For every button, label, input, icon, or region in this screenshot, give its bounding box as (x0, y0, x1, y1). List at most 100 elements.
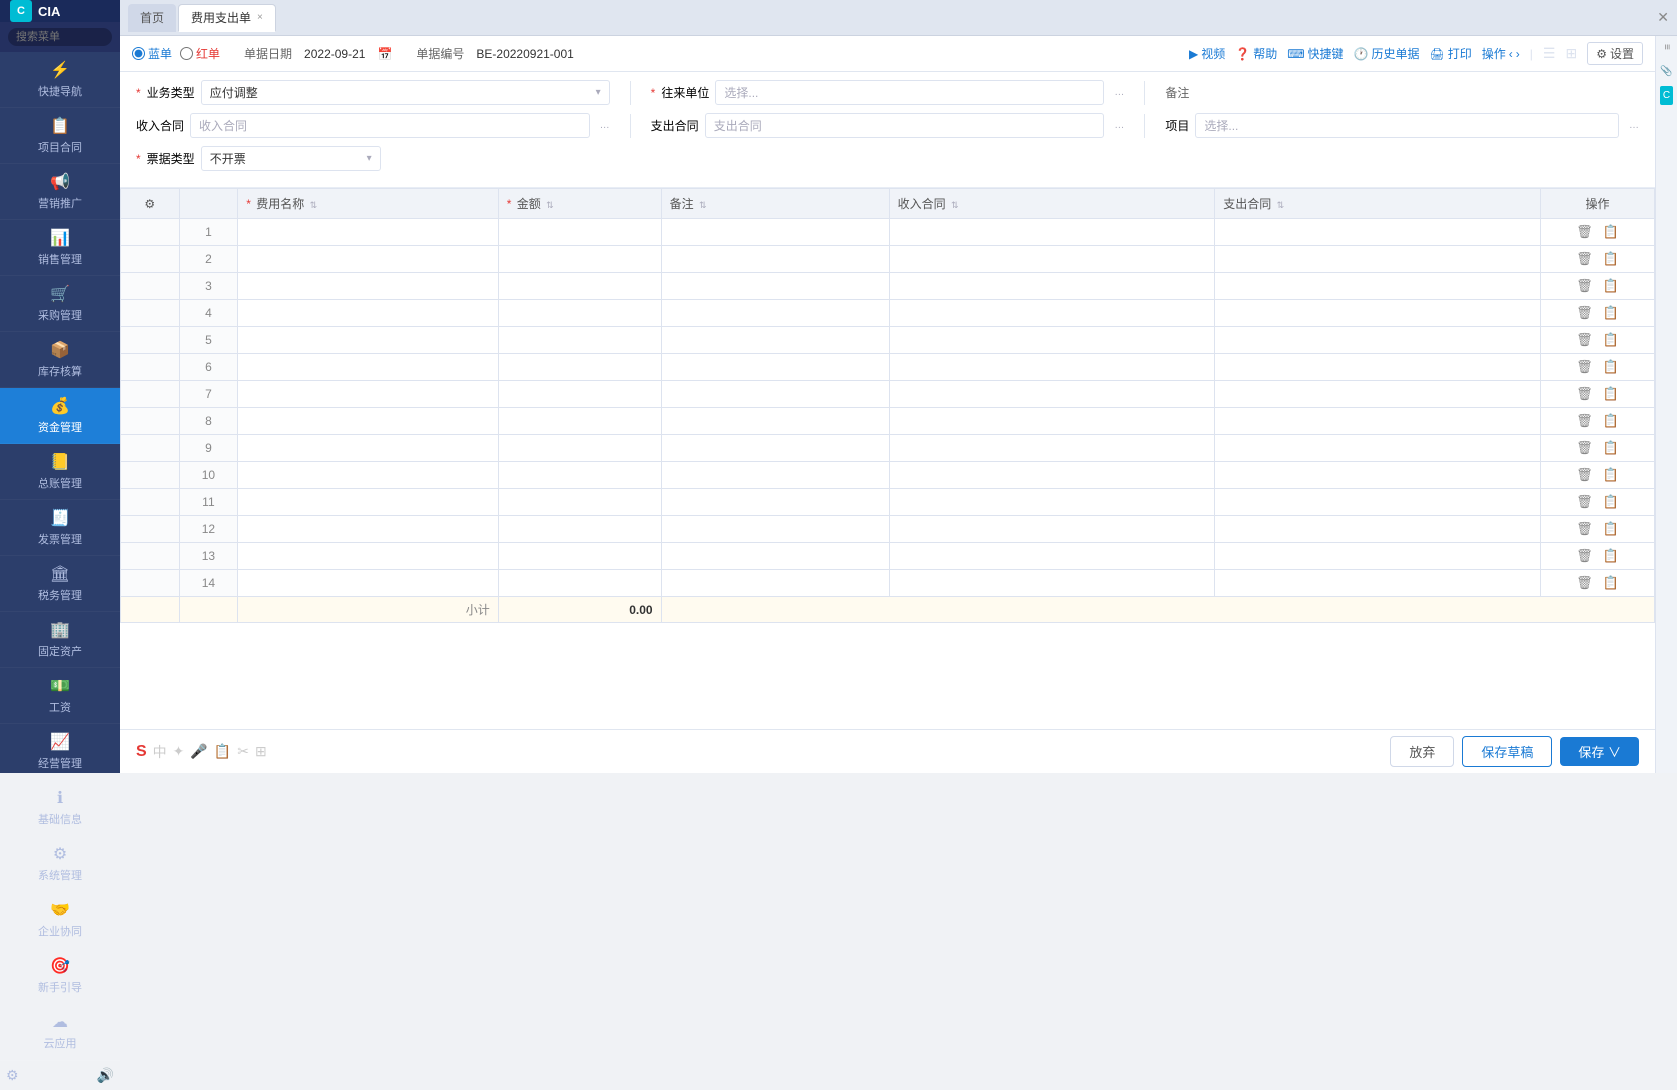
delete-row-button[interactable]: 🗑 (1573, 439, 1596, 457)
sidebar-item-accounting[interactable]: 📒总账管理 (0, 444, 120, 500)
income-contract-cell[interactable] (889, 327, 1215, 354)
remarks-cell[interactable] (661, 489, 889, 516)
amount-cell[interactable] (498, 408, 661, 435)
expense-name-cell[interactable] (238, 273, 499, 300)
tab-close-icon[interactable]: × (257, 12, 263, 23)
history-action[interactable]: 🕐 历史单据 (1354, 45, 1420, 62)
expense-name-cell[interactable] (238, 408, 499, 435)
right-panel-icon-2[interactable]: 📎 (1659, 60, 1674, 80)
expense-name-cell[interactable] (238, 246, 499, 273)
amount-cell[interactable] (498, 462, 661, 489)
video-action[interactable]: ▶ 视频 (1189, 45, 1225, 62)
delete-row-button[interactable]: 🗑 (1573, 223, 1596, 241)
income-contract-dots[interactable]: … (600, 120, 610, 131)
amount-cell[interactable] (498, 516, 661, 543)
discard-button[interactable]: 放弃 (1390, 736, 1454, 767)
expense-contract-cell[interactable] (1215, 570, 1541, 597)
copy-row-button[interactable]: 📋 (1600, 223, 1622, 241)
remarks-cell[interactable] (661, 408, 889, 435)
shortcut-action[interactable]: ⌨ 快捷键 (1287, 45, 1343, 62)
expense-contract-cell[interactable] (1215, 354, 1541, 381)
income-contract-cell[interactable] (889, 516, 1215, 543)
invoice-type-select[interactable]: 不开票 ▾ (201, 146, 381, 171)
remarks-cell[interactable] (661, 354, 889, 381)
sidebar-item-project-contract[interactable]: 📋项目合同 (0, 108, 120, 164)
sidebar-item-new-guide[interactable]: 🎯新手引导 (0, 948, 120, 1004)
red-radio-input[interactable] (180, 47, 193, 60)
expense-contract-cell[interactable] (1215, 273, 1541, 300)
sidebar-item-sales-mgmt[interactable]: 📊销售管理 (0, 220, 120, 276)
remarks-cell[interactable] (661, 273, 889, 300)
income-contract-cell[interactable] (889, 408, 1215, 435)
income-contract-input[interactable]: 收入合同 (190, 113, 590, 138)
income-contract-cell[interactable] (889, 354, 1215, 381)
copy-row-button[interactable]: 📋 (1600, 331, 1622, 349)
tab-expense[interactable]: 费用支出单 × (178, 4, 276, 32)
tab-home[interactable]: 首页 (128, 4, 176, 32)
remarks-sort-icon[interactable]: ⇅ (699, 200, 707, 210)
delete-row-button[interactable]: 🗑 (1573, 331, 1596, 349)
delete-row-button[interactable]: 🗑 (1573, 493, 1596, 511)
blue-radio-input[interactable] (132, 47, 145, 60)
partner-dots[interactable]: … (1114, 87, 1124, 98)
calendar-icon[interactable]: 📅 (377, 47, 392, 61)
settings-bottom-icon[interactable]: ⚙ (6, 1067, 19, 1084)
actions-action[interactable]: 操作 ‹ › (1482, 45, 1520, 62)
amount-sort-icon[interactable]: ⇅ (546, 200, 554, 210)
sidebar-item-capital-mgmt[interactable]: 💰资金管理 (0, 388, 120, 444)
expense-sort-icon[interactable]: ⇅ (310, 200, 318, 210)
copy-row-button[interactable]: 📋 (1600, 412, 1622, 430)
remarks-cell[interactable] (661, 219, 889, 246)
delete-row-button[interactable]: 🗑 (1573, 358, 1596, 376)
income-contract-cell[interactable] (889, 381, 1215, 408)
save-draft-button[interactable]: 保存草稿 (1462, 736, 1552, 767)
remarks-cell[interactable] (661, 516, 889, 543)
sidebar-item-tax-mgmt[interactable]: 🏛税务管理 (0, 556, 120, 612)
amount-cell[interactable] (498, 219, 661, 246)
remarks-cell[interactable] (661, 246, 889, 273)
amount-cell[interactable] (498, 354, 661, 381)
project-input[interactable]: 选择... (1195, 113, 1619, 138)
sidebar-item-fixed-assets[interactable]: 🏢固定资产 (0, 612, 120, 668)
copy-row-button[interactable]: 📋 (1600, 304, 1622, 322)
expense-contract-cell[interactable] (1215, 300, 1541, 327)
sidebar-item-inventory[interactable]: 📦库存核算 (0, 332, 120, 388)
delete-row-button[interactable]: 🗑 (1573, 520, 1596, 538)
delete-row-button[interactable]: 🗑 (1573, 277, 1596, 295)
income-contract-cell[interactable] (889, 570, 1215, 597)
settings-col-header[interactable]: ⚙ (121, 189, 180, 219)
remarks-cell[interactable] (661, 300, 889, 327)
copy-row-button[interactable]: 📋 (1600, 439, 1622, 457)
income-contract-cell[interactable] (889, 300, 1215, 327)
expense-contract-cell[interactable] (1215, 462, 1541, 489)
expense-name-cell[interactable] (238, 381, 499, 408)
expense-contract-cell[interactable] (1215, 381, 1541, 408)
sidebar-item-purchase-mgmt[interactable]: 🛒采购管理 (0, 276, 120, 332)
remarks-cell[interactable] (661, 570, 889, 597)
income-contract-cell[interactable] (889, 219, 1215, 246)
search-input[interactable] (8, 28, 112, 46)
window-close-button[interactable]: ✕ (1657, 9, 1669, 26)
expense-contract-input[interactable]: 支出合同 (705, 113, 1105, 138)
sidebar-item-sales-promotion[interactable]: 📢营销推广 (0, 164, 120, 220)
audio-bottom-icon[interactable]: 🔊 (97, 1067, 114, 1084)
income-contract-sort-icon[interactable]: ⇅ (951, 200, 959, 210)
save-button[interactable]: 保存 ∨ (1560, 737, 1639, 766)
right-panel-icon-1[interactable]: ≡ (1659, 40, 1674, 54)
income-contract-cell[interactable] (889, 489, 1215, 516)
expense-contract-cell[interactable] (1215, 327, 1541, 354)
copy-row-button[interactable]: 📋 (1600, 385, 1622, 403)
expense-contract-cell[interactable] (1215, 435, 1541, 462)
sidebar-item-sys-mgmt[interactable]: ⚙系统管理 (0, 836, 120, 892)
expense-name-cell[interactable] (238, 219, 499, 246)
delete-row-button[interactable]: 🗑 (1573, 250, 1596, 268)
business-type-select[interactable]: 应付调整 ▾ (201, 80, 610, 105)
expense-contract-cell[interactable] (1215, 246, 1541, 273)
expense-name-cell[interactable] (238, 570, 499, 597)
project-dots[interactable]: … (1629, 120, 1639, 131)
red-radio-item[interactable]: 红单 (180, 45, 220, 62)
bottom-icon-5[interactable]: ✂ (237, 743, 249, 760)
copy-row-button[interactable]: 📋 (1600, 520, 1622, 538)
delete-row-button[interactable]: 🗑 (1573, 385, 1596, 403)
copy-row-button[interactable]: 📋 (1600, 358, 1622, 376)
